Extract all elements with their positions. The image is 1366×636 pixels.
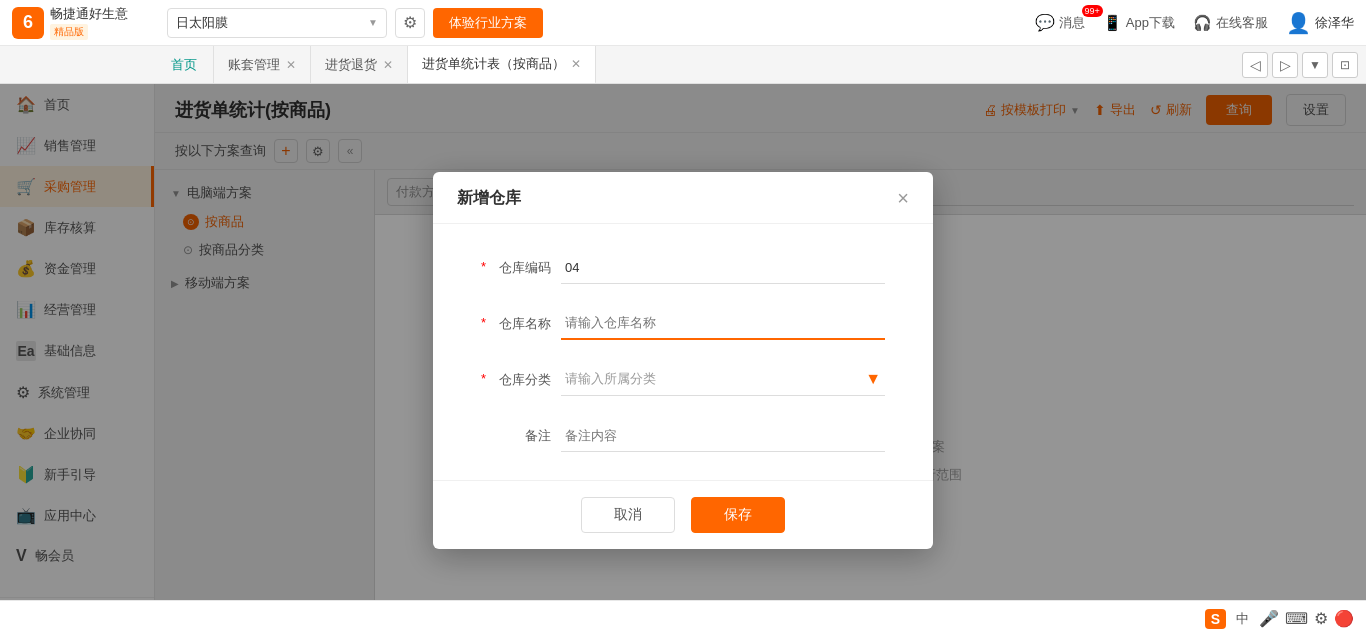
messages-label: 消息 [1059, 14, 1085, 32]
form-row-code: * 仓库编码 [481, 252, 885, 284]
bottom-settings-btn[interactable]: ⚙ [1314, 609, 1328, 628]
modal-footer: 取消 保存 [433, 480, 933, 549]
save-button[interactable]: 保存 [691, 497, 785, 533]
tab-home-label: 首页 [171, 56, 197, 74]
tab-purchase-return-close-icon[interactable]: ✕ [383, 58, 393, 72]
messages-btn[interactable]: 💬 消息 99+ [1035, 13, 1085, 32]
category-placeholder: 请输入所属分类 [565, 370, 865, 388]
trial-button[interactable]: 体验行业方案 [433, 8, 543, 38]
main-body: 🏠 首页 📈 销售管理 🛒 采购管理 📦 库存核算 💰 资金管理 📊 经营管理 … [0, 84, 1366, 636]
header-right: 💬 消息 99+ 📱 App下载 🎧 在线客服 👤 徐泽华 [1035, 11, 1354, 35]
bottom-settings-icon: ⚙ [1314, 610, 1328, 627]
remark-input[interactable] [561, 420, 885, 452]
modal-title: 新增仓库 [457, 188, 521, 209]
headset-icon: 🎧 [1193, 14, 1212, 32]
user-name: 徐泽华 [1315, 14, 1354, 32]
avatar-icon: 👤 [1286, 11, 1311, 35]
tab-accounts[interactable]: 账套管理 ✕ [214, 46, 311, 84]
tab-bar: 首页 账套管理 ✕ 进货退货 ✕ 进货单统计表（按商品） ✕ ◁ ▷ ▼ ⊡ [0, 46, 1366, 84]
tab-end-buttons: ◁ ▷ ▼ ⊡ [1242, 52, 1366, 78]
tab-nav-down-btn[interactable]: ▼ [1302, 52, 1328, 78]
tab-purchase-return[interactable]: 进货退货 ✕ [311, 46, 408, 84]
search-value: 日太阳膜 [176, 14, 368, 32]
logo-title: 畅捷通好生意 [50, 5, 128, 23]
search-box[interactable]: 日太阳膜 ▼ [167, 8, 387, 38]
modal-body: * 仓库编码 * 仓库名称 * 仓库 [433, 224, 933, 480]
gear-icon: ⚙ [403, 13, 417, 32]
message-icon: 💬 [1035, 13, 1055, 32]
mic-icon: 🎤 [1259, 610, 1279, 627]
bottom-bar: S 中 🎤 ⌨ ⚙ 🔴 [0, 600, 1366, 636]
logo-subtitle: 精品版 [50, 24, 88, 40]
remark-label: 备注 [481, 427, 561, 445]
app-download-btn[interactable]: 📱 App下载 [1103, 14, 1175, 32]
form-row-category: * 仓库分类 请输入所属分类 ▼ [481, 364, 885, 396]
name-input[interactable] [561, 308, 885, 340]
s-label: S [1211, 611, 1220, 627]
category-arrow-icon: ▼ [865, 370, 881, 388]
tab-purchase-return-label: 进货退货 [325, 56, 377, 74]
modal-header: 新增仓库 × [433, 172, 933, 224]
zh-label: 中 [1236, 611, 1249, 626]
logo-area: 6 畅捷通好生意 精品版 [12, 5, 167, 40]
logo-icon: 6 [12, 7, 44, 39]
tab-nav-right-btn[interactable]: ▷ [1272, 52, 1298, 78]
search-arrow-icon: ▼ [368, 17, 378, 28]
flag-icon: 🔴 [1334, 610, 1354, 627]
tab-accounts-close-icon[interactable]: ✕ [286, 58, 296, 72]
tab-active-close-icon[interactable]: ✕ [571, 57, 581, 71]
gear-button[interactable]: ⚙ [395, 8, 425, 38]
keyboard-icon: ⌨ [1285, 610, 1308, 627]
modal-dialog: 新增仓库 × * 仓库编码 * 仓库名称 [433, 172, 933, 549]
app-label: App下载 [1126, 14, 1175, 32]
code-input[interactable] [561, 252, 885, 284]
tab-active-label: 进货单统计表（按商品） [422, 55, 565, 73]
search-area: 日太阳膜 ▼ ⚙ 体验行业方案 [167, 8, 543, 38]
tab-active[interactable]: 进货单统计表（按商品） ✕ [408, 46, 596, 84]
app-icon: 📱 [1103, 14, 1122, 32]
flag-btn[interactable]: 🔴 [1334, 609, 1354, 628]
zh-btn[interactable]: 中 [1232, 608, 1253, 630]
keyboard-btn[interactable]: ⌨ [1285, 609, 1308, 628]
tab-accounts-label: 账套管理 [228, 56, 280, 74]
form-row-name: * 仓库名称 [481, 308, 885, 340]
tab-nav-left-btn[interactable]: ◁ [1242, 52, 1268, 78]
top-header: 6 畅捷通好生意 精品版 日太阳膜 ▼ ⚙ 体验行业方案 💬 消息 99+ 📱 … [0, 0, 1366, 46]
modal-overlay: 新增仓库 × * 仓库编码 * 仓库名称 [0, 84, 1366, 636]
code-label: * 仓库编码 [481, 259, 561, 277]
tab-home[interactable]: 首页 [155, 46, 214, 84]
name-label: * 仓库名称 [481, 315, 561, 333]
category-label: * 仓库分类 [481, 371, 561, 389]
s-logo-btn[interactable]: S [1205, 609, 1226, 629]
cancel-button[interactable]: 取消 [581, 497, 675, 533]
service-btn[interactable]: 🎧 在线客服 [1193, 14, 1268, 32]
mic-btn[interactable]: 🎤 [1259, 609, 1279, 628]
messages-badge: 99+ [1082, 5, 1103, 17]
modal-close-button[interactable]: × [897, 188, 909, 208]
user-area[interactable]: 👤 徐泽华 [1286, 11, 1354, 35]
category-select[interactable]: 请输入所属分类 ▼ [561, 364, 885, 396]
service-label: 在线客服 [1216, 14, 1268, 32]
form-row-remark: 备注 [481, 420, 885, 452]
tab-maximize-btn[interactable]: ⊡ [1332, 52, 1358, 78]
